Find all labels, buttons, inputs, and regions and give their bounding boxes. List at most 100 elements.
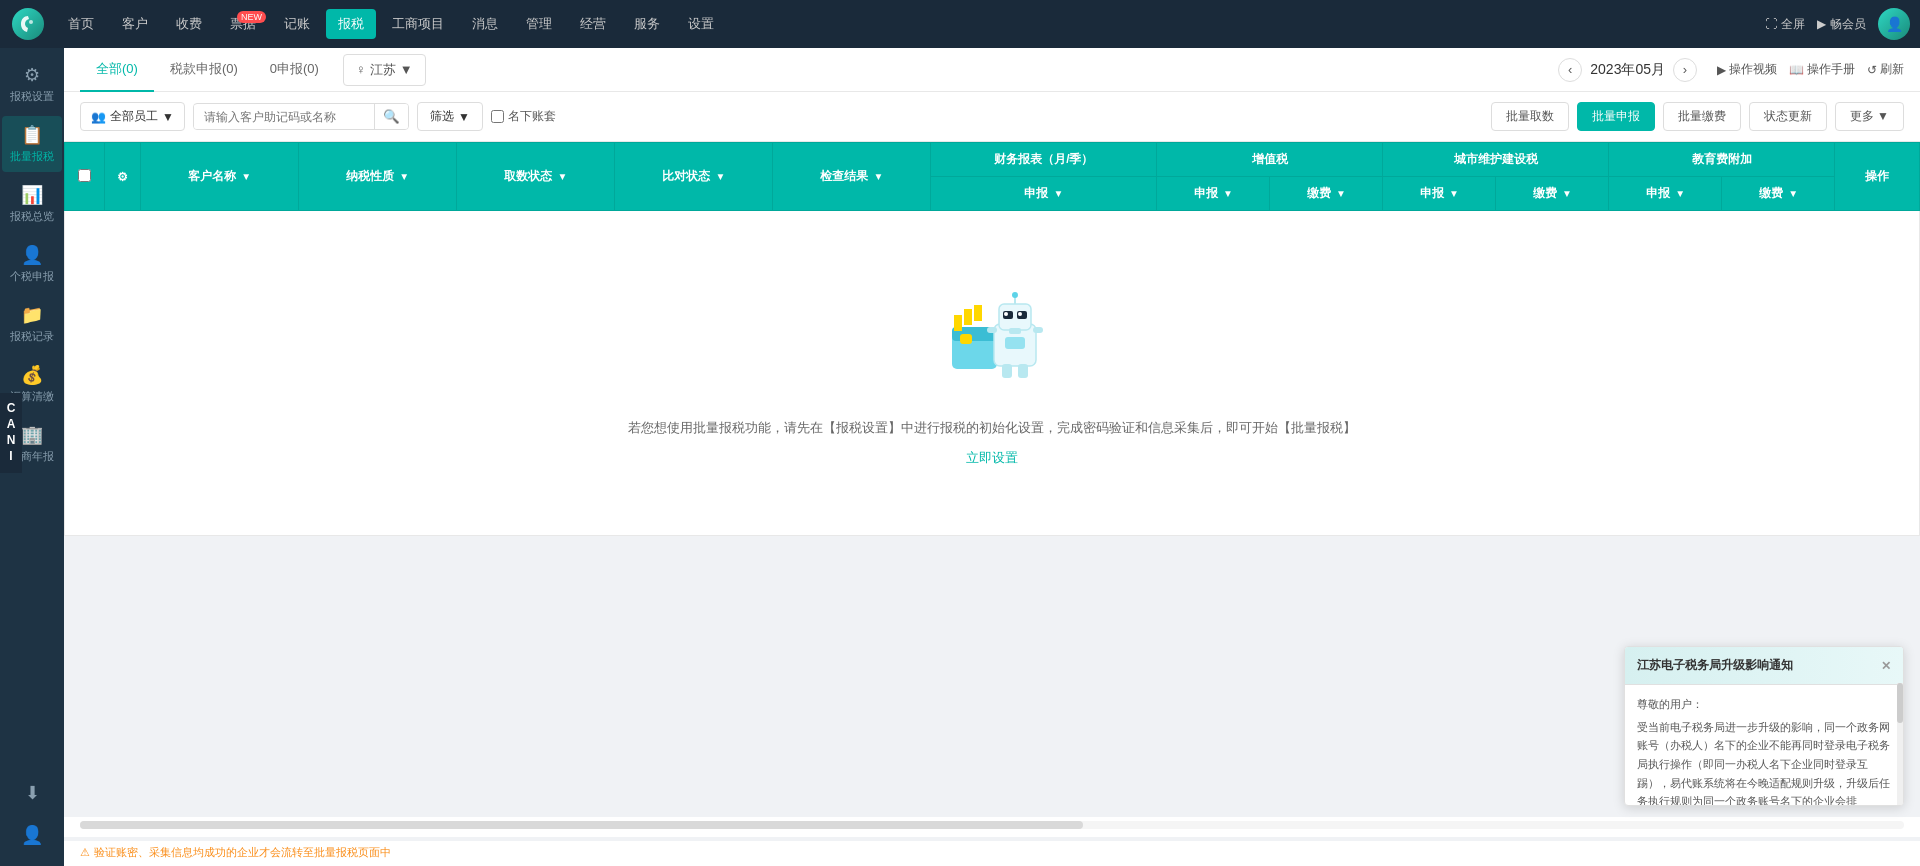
settlement-icon: 💰	[21, 364, 43, 386]
annual-report-icon: 🏢	[21, 424, 43, 446]
chevron-left-icon: ‹	[1568, 62, 1572, 77]
batch-fetch-button[interactable]: 批量取数	[1491, 102, 1569, 131]
search-input[interactable]	[194, 105, 374, 129]
employee-select[interactable]: 👥 全部员工 ▼	[80, 102, 185, 131]
svg-point-12	[1004, 312, 1008, 316]
select-all-checkbox[interactable]	[78, 169, 91, 182]
region-flag-icon: ♀	[356, 62, 366, 77]
header-compare-status: 比对状态 ▼	[615, 143, 773, 211]
sidebar-item-download[interactable]: ⬇	[2, 774, 62, 812]
operation-manual-link[interactable]: 📖 操作手册	[1789, 61, 1855, 78]
book-icon: 📖	[1789, 63, 1804, 77]
sub-header-city-declare: 申报 ▼	[1383, 177, 1496, 211]
notification-close-button[interactable]: ✕	[1881, 659, 1891, 673]
robot-svg	[932, 279, 1052, 399]
setup-link[interactable]: 立即设置	[966, 449, 1018, 467]
notification-scrollbar[interactable]	[1897, 683, 1903, 805]
more-button[interactable]: 更多 ▼	[1835, 102, 1904, 131]
region-selector[interactable]: ♀ 江苏 ▼	[343, 54, 426, 86]
nav-home[interactable]: 首页	[56, 9, 106, 39]
sidebar-item-tax-records[interactable]: 📁 报税记录	[2, 296, 62, 352]
empty-message: 若您想使用批量报税功能，请先在【报税设置】中进行报税的初始化设置，完成密码验证和…	[628, 419, 1356, 437]
personal-tax-icon: 👤	[21, 244, 43, 266]
video-icon: ▶	[1717, 63, 1726, 77]
fullscreen-icon: ⛶	[1765, 17, 1777, 31]
svg-rect-20	[1018, 364, 1028, 378]
sub-header-edu-pay: 缴费 ▼	[1722, 177, 1835, 211]
sidebar-item-batch-tax[interactable]: 📋 批量报税	[2, 116, 62, 172]
tab-all[interactable]: 全部(0)	[80, 48, 154, 92]
sidebar-item-personal-tax[interactable]: 👤 个税申报	[2, 236, 62, 292]
data-table: ⚙ 客户名称 ▼ 纳税性质 ▼ 取数状态 ▼	[64, 142, 1920, 536]
header-gear[interactable]: ⚙	[105, 143, 141, 211]
header-checkbox	[65, 143, 105, 211]
next-month-button[interactable]: ›	[1673, 58, 1697, 82]
svg-rect-3	[960, 334, 972, 344]
tabs-bar: 全部(0) 税款申报(0) 0申报(0) ♀ 江苏 ▼ ‹ 2023年05月 ›	[64, 48, 1920, 92]
nav-accounting[interactable]: 记账	[272, 9, 322, 39]
nav-settings[interactable]: 设置	[676, 9, 726, 39]
header-tax-nature: 纳税性质 ▼	[299, 143, 457, 211]
header-vat: 增值税	[1157, 143, 1383, 177]
batch-pay-button[interactable]: 批量缴费	[1663, 102, 1741, 131]
operation-video-link[interactable]: ▶ 操作视频	[1717, 61, 1777, 78]
nav-invoice[interactable]: 票据 NEW	[218, 9, 268, 39]
sub-account-checkbox[interactable]	[491, 110, 504, 123]
nav-message[interactable]: 消息	[460, 9, 510, 39]
member-button[interactable]: ▶ 畅会员	[1817, 16, 1866, 33]
sidebar-item-tax-overview[interactable]: 📊 报税总览	[2, 176, 62, 232]
header-check-result: 检查结果 ▼	[773, 143, 931, 211]
gear-icon: ⚙	[117, 170, 128, 184]
region-name: 江苏	[370, 61, 396, 79]
prev-month-button[interactable]: ‹	[1558, 58, 1582, 82]
tax-settings-icon: ⚙	[24, 64, 40, 86]
select-chevron-icon: ▼	[162, 110, 174, 124]
batch-declare-button[interactable]: 批量申报	[1577, 102, 1655, 131]
sidebar-item-profile[interactable]: 👤	[2, 816, 62, 854]
empty-state: 若您想使用批量报税功能，请先在【报税设置】中进行报税的初始化设置，完成密码验证和…	[75, 219, 1909, 527]
notification-panel: 江苏电子税务局升级影响通知 ✕ 尊敬的用户： 受当前电子税务局进一步升级的影响，…	[1624, 646, 1904, 806]
logo-icon	[12, 8, 44, 40]
refresh-button[interactable]: ↺ 刷新	[1867, 61, 1904, 78]
robot-illustration	[932, 279, 1052, 399]
member-icon: ▶	[1817, 17, 1826, 31]
nav-service[interactable]: 服务	[622, 9, 672, 39]
tab-tax-declare[interactable]: 税款申报(0)	[154, 48, 254, 92]
tab-zero-declare[interactable]: 0申报(0)	[254, 48, 335, 92]
avatar[interactable]: 👤	[1878, 8, 1910, 40]
cani-badge[interactable]: CANI	[0, 393, 22, 473]
fullscreen-button[interactable]: ⛶ 全屏	[1765, 16, 1805, 33]
header-education-surcharge: 教育费附加	[1609, 143, 1835, 177]
header-fetch-status: 取数状态 ▼	[457, 143, 615, 211]
notification-scroll-thumb	[1897, 683, 1903, 723]
filter-button[interactable]: 筛选 ▼	[417, 102, 483, 131]
svg-rect-5	[964, 309, 972, 325]
sidebar-bottom: ⬇ 👤	[2, 774, 62, 866]
sort-icon: ▼	[557, 171, 567, 182]
nav-customer[interactable]: 客户	[110, 9, 160, 39]
sort-icon: ▼	[715, 171, 725, 182]
header-operation: 操作	[1835, 143, 1920, 211]
nav-business[interactable]: 工商项目	[380, 9, 456, 39]
svg-rect-16	[1009, 328, 1021, 334]
filter-bar: 👥 全部员工 ▼ 🔍 筛选 ▼ 名下账套 批量取数 批量申报 批	[64, 92, 1920, 142]
batch-tax-icon: 📋	[21, 124, 43, 146]
svg-point-13	[1018, 312, 1022, 316]
status-update-button[interactable]: 状态更新	[1749, 102, 1827, 131]
nav-tax[interactable]: 报税	[326, 9, 376, 39]
right-buttons: 批量取数 批量申报 批量缴费 状态更新 更多 ▼	[1491, 102, 1904, 131]
nav-operations[interactable]: 经营	[568, 9, 618, 39]
sidebar-item-tax-settings[interactable]: ⚙ 报税设置	[2, 56, 62, 112]
sub-account-checkbox-label[interactable]: 名下账套	[491, 108, 556, 125]
sort-icon: ▼	[874, 171, 884, 182]
search-icon: 🔍	[383, 109, 400, 124]
sort-icon: ▼	[241, 171, 251, 182]
more-chevron-icon: ▼	[1877, 109, 1889, 123]
search-button[interactable]: 🔍	[374, 104, 408, 129]
nav-management[interactable]: 管理	[514, 9, 564, 39]
sub-header-vat-declare: 申报 ▼	[1157, 177, 1270, 211]
nav-items: 首页 客户 收费 票据 NEW 记账 报税 工商项目 消息 管理 经营 服务 设…	[56, 9, 1765, 39]
sort-icon: ▼	[399, 171, 409, 182]
svg-rect-21	[1005, 337, 1025, 349]
nav-billing[interactable]: 收费	[164, 9, 214, 39]
